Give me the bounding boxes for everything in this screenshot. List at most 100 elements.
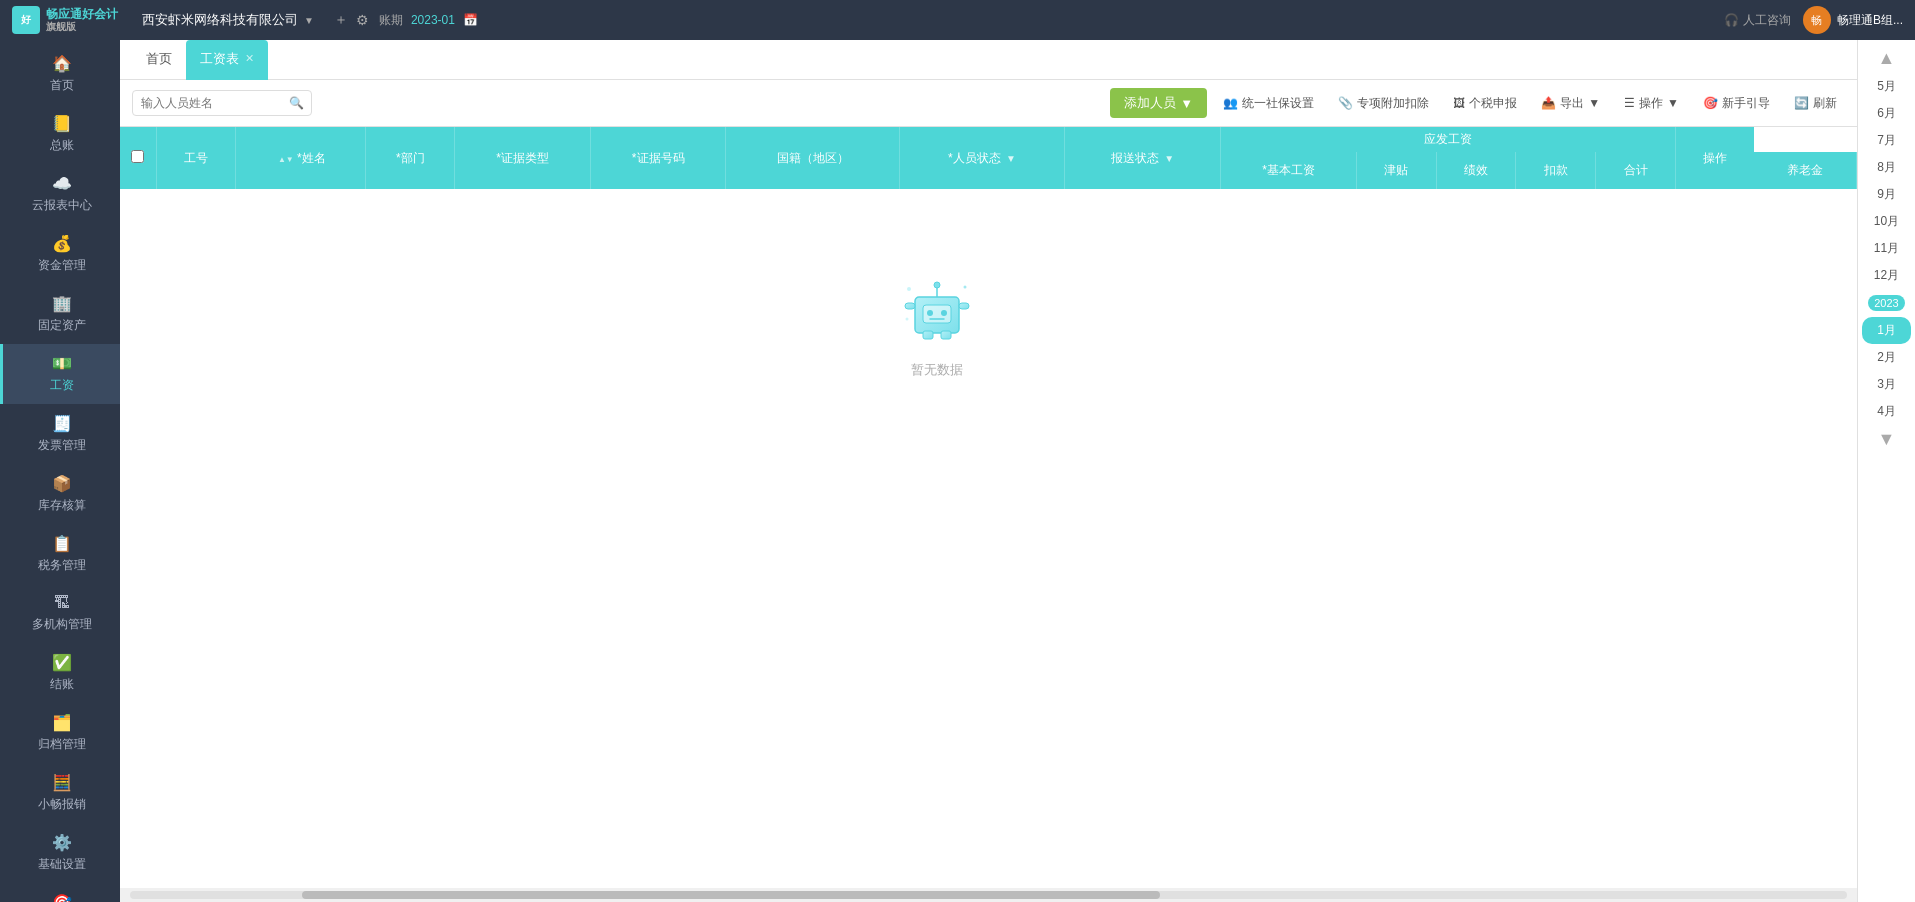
user-name: 畅理通B组...: [1837, 12, 1903, 29]
sidebar-label-salary: 工资: [50, 377, 74, 394]
header-actions: ＋ ⚙: [334, 11, 369, 29]
operations-label: 操作: [1639, 95, 1663, 112]
search-input[interactable]: [132, 90, 312, 116]
date-month-5[interactable]: 5月: [1858, 73, 1915, 100]
sidebar-item-expense[interactable]: 🧮 小畅报销: [0, 763, 120, 823]
personal-tax-label: 个税申报: [1469, 95, 1517, 112]
company-dropdown-arrow: ▼: [304, 15, 314, 26]
export-dropdown-icon: ▼: [1588, 96, 1600, 110]
th-id-type: *证据类型: [455, 127, 591, 189]
sidebar-label-inventory: 库存核算: [38, 497, 86, 514]
date-month-6[interactable]: 6月: [1858, 100, 1915, 127]
report-status-filter-icon[interactable]: ▼: [1164, 153, 1174, 164]
sidebar-item-fund[interactable]: 💰 资金管理: [0, 224, 120, 284]
sidebar-item-guide[interactable]: 🎯 新手引导: [0, 883, 120, 902]
tab-home[interactable]: 首页: [132, 40, 186, 80]
svg-rect-10: [941, 331, 951, 339]
sidebar-item-ledger[interactable]: 📒 总账: [0, 104, 120, 164]
date-month-8[interactable]: 8月: [1858, 154, 1915, 181]
logo-area: 好 畅应通好会计 旗舰版: [12, 6, 132, 34]
sidebar-label-tax: 税务管理: [38, 557, 86, 574]
sidebar-item-cloud-report[interactable]: ☁️ 云报表中心: [0, 164, 120, 224]
date-panel-up-btn[interactable]: ▲: [1874, 44, 1900, 73]
date-month-11[interactable]: 11月: [1858, 235, 1915, 262]
tab-salary-close[interactable]: ✕: [245, 52, 254, 65]
tab-salary-table[interactable]: 工资表 ✕: [186, 40, 268, 80]
logo-icon: 好: [12, 6, 40, 34]
sidebar-item-settings[interactable]: ⚙️ 基础设置: [0, 823, 120, 883]
app-title: 畅应通好会计: [46, 7, 118, 21]
content-area: 首页 工资表 ✕ 🔍 添加人员 ▼ 👥 统一社保设置 📎: [120, 40, 1857, 902]
search-icon: 🔍: [289, 96, 304, 110]
sidebar-item-multi-org[interactable]: 🏗 多机构管理: [0, 584, 120, 643]
sidebar-label-settle: 结账: [50, 676, 74, 693]
settings-btn[interactable]: ⚙: [356, 12, 369, 28]
select-all-checkbox[interactable]: [131, 150, 144, 163]
app-subtitle: 旗舰版: [46, 21, 118, 33]
search-wrap: 🔍: [132, 90, 312, 116]
checkbox-header[interactable]: [120, 127, 156, 189]
social-security-btn[interactable]: 👥 统一社保设置: [1215, 91, 1322, 116]
add-company-btn[interactable]: ＋: [334, 11, 348, 29]
tab-bar: 首页 工资表 ✕: [120, 40, 1857, 80]
date-month-1-active[interactable]: 1月: [1862, 317, 1911, 344]
th-person-status: *人员状态 ▼: [899, 127, 1064, 189]
date-panel-down-btn[interactable]: ▼: [1874, 425, 1900, 454]
tax-icon: 📋: [52, 534, 72, 553]
sidebar-item-tax[interactable]: 📋 税务管理: [0, 524, 120, 584]
add-person-btn[interactable]: 添加人员 ▼: [1110, 88, 1207, 118]
th-total: 合计: [1596, 152, 1676, 189]
headset-icon: 🎧: [1724, 13, 1739, 27]
date-month-9[interactable]: 9月: [1858, 181, 1915, 208]
sidebar-label-expense: 小畅报销: [38, 796, 86, 813]
period-label-text: 账期: [379, 12, 403, 29]
operations-icon: ☰: [1624, 96, 1635, 110]
th-operations: 操作: [1675, 127, 1754, 189]
guide-label: 新手引导: [1722, 95, 1770, 112]
date-month-2[interactable]: 2月: [1858, 344, 1915, 371]
service-btn[interactable]: 🎧 人工咨询: [1724, 12, 1791, 29]
company-name: 西安虾米网络科技有限公司: [142, 11, 298, 29]
refresh-btn[interactable]: 🔄 刷新: [1786, 91, 1845, 116]
sidebar-item-invoice[interactable]: 🧾 发票管理: [0, 404, 120, 464]
export-btn[interactable]: 📤 导出 ▼: [1533, 91, 1608, 116]
sidebar-label-settings: 基础设置: [38, 856, 86, 873]
date-panel: ▲ 5月 6月 7月 8月 9月 10月 11月 12月 2023 1月 2月 …: [1857, 40, 1915, 902]
main-layout: 🏠 首页 📒 总账 ☁️ 云报表中心 💰 资金管理 🏢 固定资产 💵 工资 🧾 …: [0, 40, 1915, 902]
date-month-4[interactable]: 4月: [1858, 398, 1915, 425]
sidebar-item-archive[interactable]: 🗂️ 归档管理: [0, 703, 120, 763]
sidebar-item-home[interactable]: 🏠 首页: [0, 44, 120, 104]
th-number: 工号: [156, 127, 236, 189]
special-deduction-btn[interactable]: 📎 专项附加扣除: [1330, 91, 1437, 116]
scroll-thumb[interactable]: [302, 891, 1161, 899]
sidebar-label-cloud: 云报表中心: [32, 197, 92, 214]
empty-text: 暂无数据: [911, 361, 963, 379]
sidebar-item-salary[interactable]: 💵 工资: [0, 344, 120, 404]
personal-tax-icon: 🖼: [1453, 96, 1465, 110]
social-security-label: 统一社保设置: [1242, 95, 1314, 112]
sidebar-item-settle[interactable]: ✅ 结账: [0, 643, 120, 703]
svg-point-3: [941, 310, 947, 316]
date-month-7[interactable]: 7月: [1858, 127, 1915, 154]
scroll-track[interactable]: [130, 891, 1847, 899]
sidebar-item-fixed-asset[interactable]: 🏢 固定资产: [0, 284, 120, 344]
sidebar-item-inventory[interactable]: 📦 库存核算: [0, 464, 120, 524]
archive-icon: 🗂️: [52, 713, 72, 732]
operations-btn[interactable]: ☰ 操作 ▼: [1616, 91, 1687, 116]
sidebar-label-archive: 归档管理: [38, 736, 86, 753]
company-selector[interactable]: 西安虾米网络科技有限公司 ▼: [142, 11, 314, 29]
person-status-filter-icon[interactable]: ▼: [1006, 153, 1016, 164]
guide-btn[interactable]: 🎯 新手引导: [1695, 91, 1778, 116]
date-month-3[interactable]: 3月: [1858, 371, 1915, 398]
date-month-12[interactable]: 12月: [1858, 262, 1915, 289]
sort-icon: ▲▼: [278, 156, 294, 164]
calendar-icon[interactable]: 📅: [463, 13, 478, 27]
user-avatar: 畅: [1803, 6, 1831, 34]
personal-tax-btn[interactable]: 🖼 个税申报: [1445, 91, 1525, 116]
fixed-asset-icon: 🏢: [52, 294, 72, 313]
bottom-scroll[interactable]: [120, 888, 1857, 902]
user-area[interactable]: 畅 畅理通B组...: [1803, 6, 1903, 34]
date-month-10[interactable]: 10月: [1858, 208, 1915, 235]
year-badge[interactable]: 2023: [1868, 295, 1904, 311]
empty-icon: [897, 269, 977, 349]
